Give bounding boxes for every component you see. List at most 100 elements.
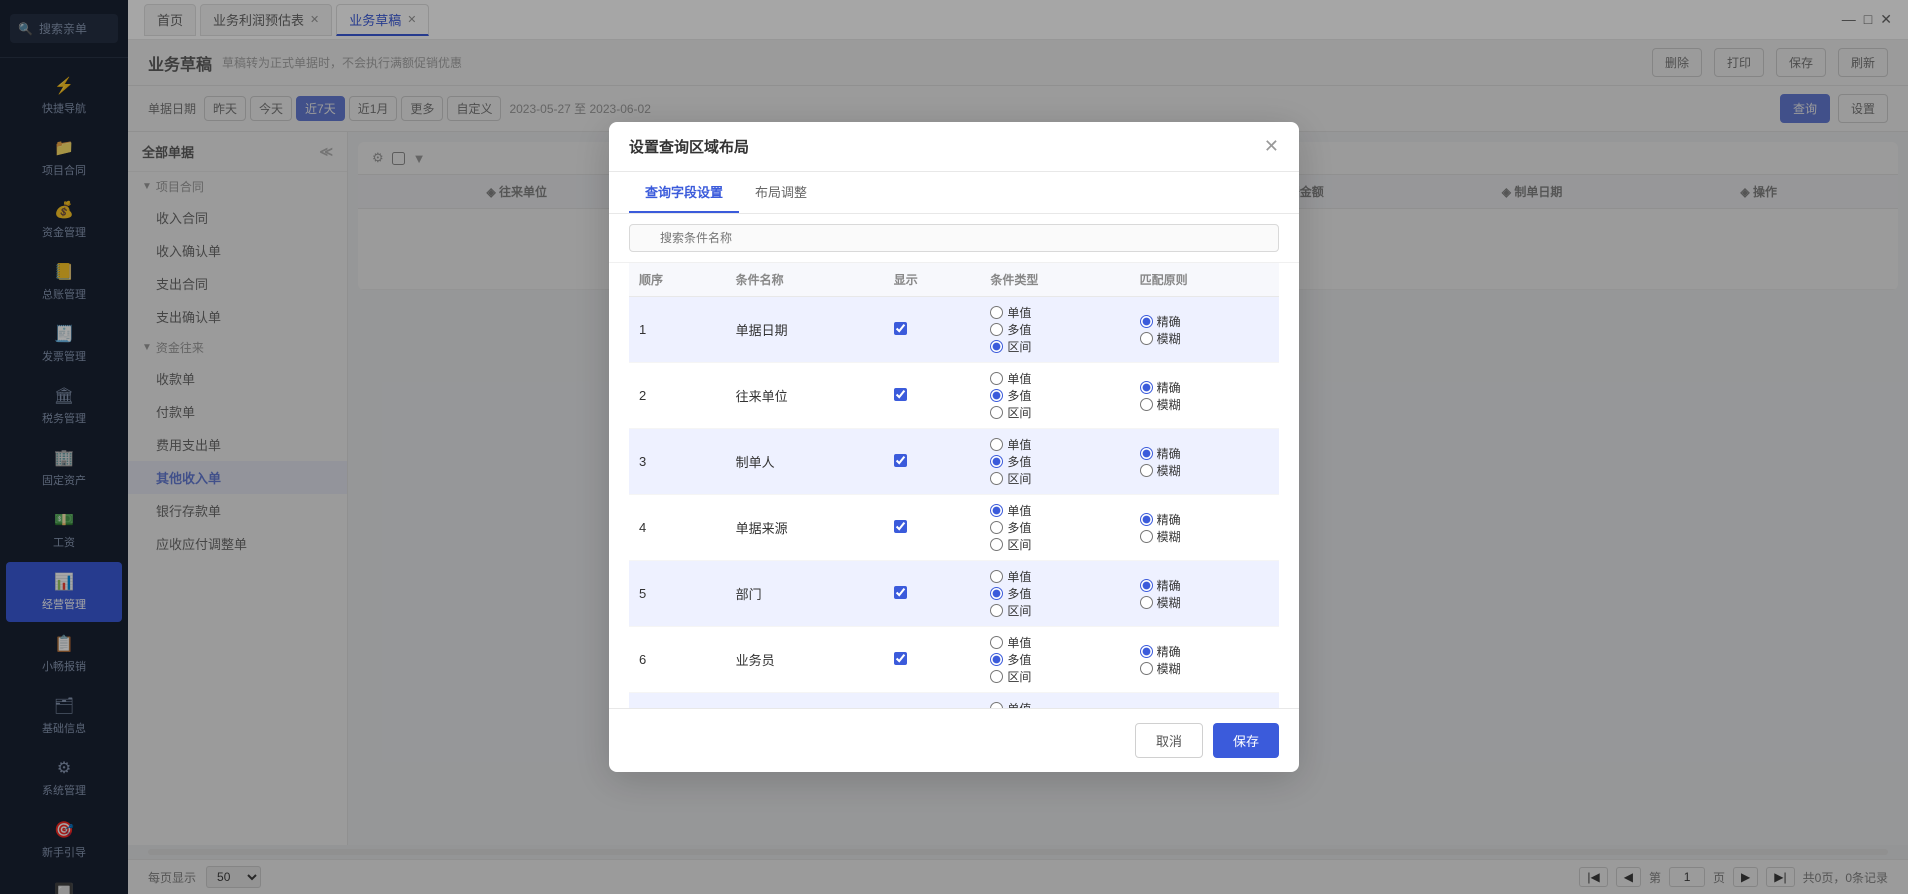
cell-condtype-7[interactable]: 单值多值区间 — [980, 693, 1129, 709]
condtype-range-4[interactable]: 区间 — [990, 536, 1119, 553]
modal-search-input[interactable] — [629, 224, 1279, 252]
cell-show-7[interactable] — [884, 693, 981, 709]
condtype-single-3[interactable]: 单值 — [990, 436, 1119, 453]
cell-show-3[interactable] — [884, 429, 981, 495]
cell-order-1: 1 — [629, 297, 726, 363]
cell-match-7[interactable]: 精确模糊 — [1130, 693, 1279, 709]
match-exact-1[interactable]: 精确 — [1140, 313, 1269, 330]
modal-header-顺序: 顺序 — [629, 263, 726, 297]
cell-order-2: 2 — [629, 363, 726, 429]
show-checkbox-1[interactable] — [894, 322, 907, 335]
cell-show-1[interactable] — [884, 297, 981, 363]
cell-condtype-5[interactable]: 单值多值区间 — [980, 561, 1129, 627]
cell-match-4[interactable]: 精确模糊 — [1130, 495, 1279, 561]
cell-show-6[interactable] — [884, 627, 981, 693]
cell-name-3: 制单人 — [726, 429, 884, 495]
condtype-single-5[interactable]: 单值 — [990, 568, 1119, 585]
modal-header-条件类型: 条件类型 — [980, 263, 1129, 297]
match-exact-5[interactable]: 精确 — [1140, 577, 1269, 594]
cell-name-5: 部门 — [726, 561, 884, 627]
cell-order-5: 5 — [629, 561, 726, 627]
cell-match-6[interactable]: 精确模糊 — [1130, 627, 1279, 693]
cell-name-4: 单据来源 — [726, 495, 884, 561]
cell-order-3: 3 — [629, 429, 726, 495]
condtype-multi-2[interactable]: 多值 — [990, 387, 1119, 404]
condtype-range-2[interactable]: 区间 — [990, 404, 1119, 421]
modal-header-条件名称: 条件名称 — [726, 263, 884, 297]
match-exact-3[interactable]: 精确 — [1140, 445, 1269, 462]
condtype-single-2[interactable]: 单值 — [990, 370, 1119, 387]
cell-order-4: 4 — [629, 495, 726, 561]
modal-close-button[interactable]: ✕ — [1264, 136, 1279, 157]
condtype-multi-6[interactable]: 多值 — [990, 651, 1119, 668]
cell-condtype-3[interactable]: 单值多值区间 — [980, 429, 1129, 495]
modal-row-6: 6业务员单值多值区间精确模糊 — [629, 627, 1279, 693]
condtype-multi-3[interactable]: 多值 — [990, 453, 1119, 470]
modal-tabs: 查询字段设置布局调整 — [609, 172, 1299, 214]
modal-row-1: 1单据日期单值多值区间精确模糊 — [629, 297, 1279, 363]
condtype-single-1[interactable]: 单值 — [990, 304, 1119, 321]
show-checkbox-4[interactable] — [894, 520, 907, 533]
match-fuzzy-4[interactable]: 模糊 — [1140, 528, 1269, 545]
search-wrap: 🔍 — [629, 224, 1279, 252]
condtype-range-6[interactable]: 区间 — [990, 668, 1119, 685]
condtype-range-1[interactable]: 区间 — [990, 338, 1119, 355]
show-checkbox-6[interactable] — [894, 652, 907, 665]
modal-header-匹配原则: 匹配原则 — [1130, 263, 1279, 297]
condtype-single-6[interactable]: 单值 — [990, 634, 1119, 651]
modal-overlay: 设置查询区域布局 ✕ 查询字段设置布局调整 🔍 顺序条件名称显示条件类型匹配原则… — [0, 0, 1908, 894]
match-fuzzy-1[interactable]: 模糊 — [1140, 330, 1269, 347]
modal-row-2: 2往来单位单值多值区间精确模糊 — [629, 363, 1279, 429]
show-checkbox-3[interactable] — [894, 454, 907, 467]
condtype-multi-4[interactable]: 多值 — [990, 519, 1119, 536]
cell-show-4[interactable] — [884, 495, 981, 561]
cell-show-2[interactable] — [884, 363, 981, 429]
match-fuzzy-2[interactable]: 模糊 — [1140, 396, 1269, 413]
modal-tab-query-fields[interactable]: 查询字段设置 — [629, 172, 739, 213]
modal-save-button[interactable]: 保存 — [1213, 723, 1279, 758]
condtype-range-3[interactable]: 区间 — [990, 470, 1119, 487]
cell-match-1[interactable]: 精确模糊 — [1130, 297, 1279, 363]
show-checkbox-5[interactable] — [894, 586, 907, 599]
modal-cancel-button[interactable]: 取消 — [1135, 723, 1203, 758]
modal-row-7: 7仓库 单值多值区间精确模糊 — [629, 693, 1279, 709]
cell-match-5[interactable]: 精确模糊 — [1130, 561, 1279, 627]
modal-search: 🔍 — [609, 214, 1299, 263]
cell-condtype-4[interactable]: 单值多值区间 — [980, 495, 1129, 561]
show-checkbox-2[interactable] — [894, 388, 907, 401]
settings-modal: 设置查询区域布局 ✕ 查询字段设置布局调整 🔍 顺序条件名称显示条件类型匹配原则… — [609, 122, 1299, 772]
cell-show-5[interactable] — [884, 561, 981, 627]
cell-name-1: 单据日期 — [726, 297, 884, 363]
modal-title: 设置查询区域布局 — [629, 136, 749, 157]
cell-name-7: 仓库 — [726, 693, 884, 709]
match-fuzzy-6[interactable]: 模糊 — [1140, 660, 1269, 677]
cell-condtype-1[interactable]: 单值多值区间 — [980, 297, 1129, 363]
modal-row-3: 3制单人单值多值区间精确模糊 — [629, 429, 1279, 495]
match-exact-2[interactable]: 精确 — [1140, 379, 1269, 396]
modal-tab-layout[interactable]: 布局调整 — [739, 172, 823, 213]
modal-header: 设置查询区域布局 ✕ — [609, 122, 1299, 172]
match-fuzzy-3[interactable]: 模糊 — [1140, 462, 1269, 479]
modal-header-显示: 显示 — [884, 263, 981, 297]
modal-conditions-table: 顺序条件名称显示条件类型匹配原则 1单据日期单值多值区间精确模糊2往来单位单值多… — [629, 263, 1279, 708]
cell-match-2[interactable]: 精确模糊 — [1130, 363, 1279, 429]
match-exact-6[interactable]: 精确 — [1140, 643, 1269, 660]
cell-match-3[interactable]: 精确模糊 — [1130, 429, 1279, 495]
modal-row-4: 4单据来源单值多值区间精确模糊 — [629, 495, 1279, 561]
cell-condtype-2[interactable]: 单值多值区间 — [980, 363, 1129, 429]
cell-condtype-6[interactable]: 单值多值区间 — [980, 627, 1129, 693]
match-fuzzy-5[interactable]: 模糊 — [1140, 594, 1269, 611]
match-exact-4[interactable]: 精确 — [1140, 511, 1269, 528]
modal-footer: 取消 保存 — [609, 708, 1299, 772]
modal-table-wrap: 顺序条件名称显示条件类型匹配原则 1单据日期单值多值区间精确模糊2往来单位单值多… — [609, 263, 1299, 708]
cell-order-7: 7 — [629, 693, 726, 709]
condtype-multi-5[interactable]: 多值 — [990, 585, 1119, 602]
cell-name-6: 业务员 — [726, 627, 884, 693]
condtype-multi-1[interactable]: 多值 — [990, 321, 1119, 338]
condtype-range-5[interactable]: 区间 — [990, 602, 1119, 619]
condtype-single-7[interactable]: 单值 — [990, 700, 1119, 708]
modal-row-5: 5部门单值多值区间精确模糊 — [629, 561, 1279, 627]
cell-order-6: 6 — [629, 627, 726, 693]
condtype-single-4[interactable]: 单值 — [990, 502, 1119, 519]
cell-name-2: 往来单位 — [726, 363, 884, 429]
